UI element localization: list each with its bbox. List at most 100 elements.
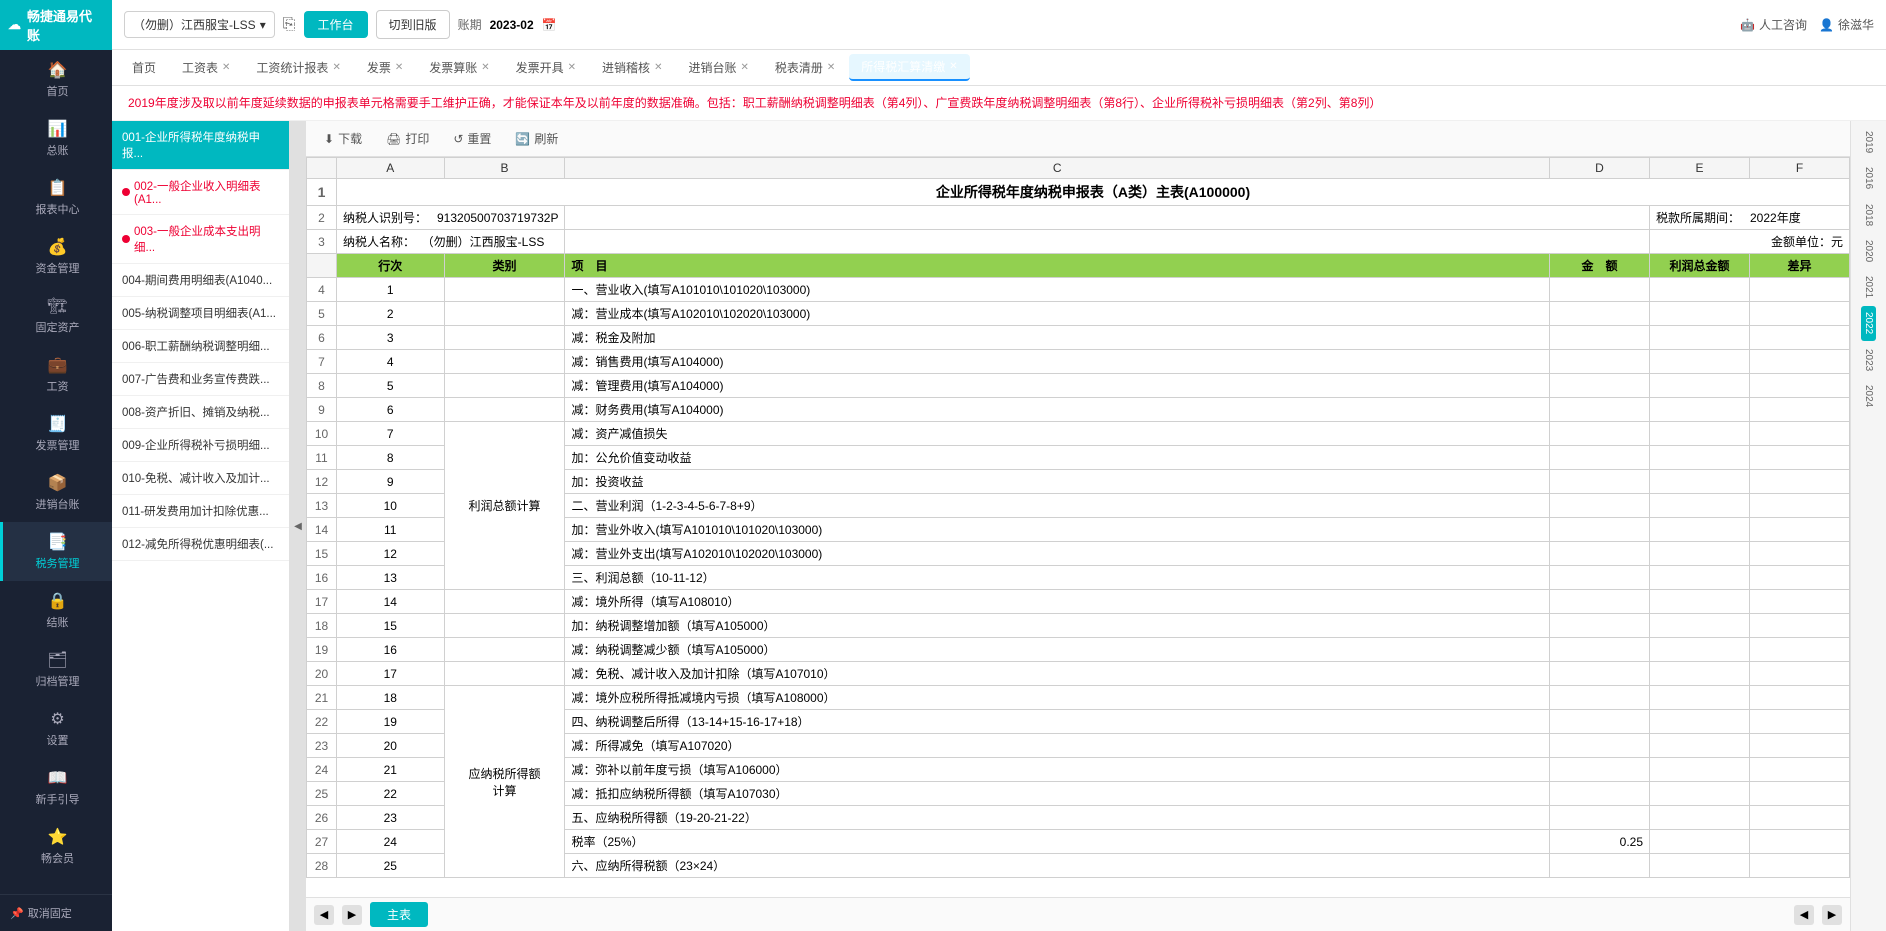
tab-close-invoice-calc[interactable]: ✕	[481, 62, 489, 73]
sidebar-item-ledger[interactable]: 📊 总账	[0, 109, 112, 168]
list-item-label: 007-广告费和业务宣传费跌...	[122, 371, 270, 387]
tab-close-tax-clear[interactable]: ✕	[827, 62, 835, 73]
tab-close-payroll-stats[interactable]: ✕	[332, 62, 340, 73]
tab-tax-clear[interactable]: 税表清册 ✕	[763, 53, 847, 82]
period-value: 2023-02	[490, 18, 534, 32]
tab-payroll-stats[interactable]: 工资统计报表 ✕	[244, 53, 352, 82]
download-button[interactable]: ⬇ 下载	[318, 127, 368, 150]
sidebar-item-sales[interactable]: 📦进销台账	[0, 463, 112, 522]
list-item-label: 012-减免所得税优惠明细表(...	[122, 536, 273, 552]
table-row: 2 纳税人识别号： 91320500703719732P 税款所属期间： 202…	[307, 206, 1850, 230]
print-icon: 🖨	[386, 132, 401, 146]
copy-icon[interactable]: ⎘	[283, 16, 296, 34]
sidebar-item-label: 发票管理	[36, 437, 80, 453]
list-item-007[interactable]: 007-广告费和业务宣传费跌...	[112, 363, 289, 396]
tax-icon: 📑	[48, 532, 68, 552]
reset-button[interactable]: ↺ 重置	[447, 127, 497, 150]
sidebar-item-home[interactable]: 🏠首页	[0, 50, 112, 109]
table-row: 9 6 减：财务费用(填写A104000)	[307, 398, 1850, 422]
timeline-year-2022[interactable]: 2022	[1861, 306, 1876, 340]
sidebar-item-assets[interactable]: 💰资金管理	[0, 227, 112, 286]
period-icon[interactable]: 📅	[542, 18, 557, 32]
list-item-004[interactable]: 004-期间费用明细表(A1040...	[112, 264, 289, 297]
spreadsheet-container[interactable]: A B C D E F 1企业所得税年度纳税申报表（A类）主表(A100000)…	[306, 157, 1850, 897]
timeline-year-2018[interactable]: 2018	[1861, 198, 1876, 232]
sidebar-item-tax[interactable]: 📑 税务管理	[0, 522, 112, 581]
alert-text: 2019年度涉及取以前年度延续数据的申报表单元格需要手工维护正确，才能保证本年及…	[128, 96, 1381, 110]
sidebar-item-payroll[interactable]: 💼工资	[0, 345, 112, 404]
tab-close-invoice-open[interactable]: ✕	[568, 62, 576, 73]
sidebar-item-guide[interactable]: 📖新手引导	[0, 758, 112, 817]
tab-invoice-open[interactable]: 发票开具 ✕	[504, 53, 588, 82]
chevron-down-icon: ▾	[260, 18, 266, 32]
tab-sales-ledger[interactable]: 进销台账 ✕	[676, 53, 760, 82]
ai-icon: 🤖	[1740, 18, 1755, 32]
list-item-010[interactable]: 010-免税、减计收入及加计...	[112, 462, 289, 495]
list-item-002[interactable]: 002-一般企业收入明细表(A1...	[112, 170, 289, 215]
user-menu[interactable]: 👤 徐滋华	[1819, 16, 1874, 33]
timeline-year-2024[interactable]: 2024	[1861, 379, 1876, 413]
list-item-008[interactable]: 008-资产折旧、摊销及纳税...	[112, 396, 289, 429]
download-icon: ⬇	[324, 132, 334, 146]
list-item-005[interactable]: 005-纳税调整项目明细表(A1...	[112, 297, 289, 330]
sidebar-item-close[interactable]: 🔒结账	[0, 581, 112, 640]
tab-sales-check[interactable]: 进销稽核 ✕	[590, 53, 674, 82]
collapse-button[interactable]: ◀	[290, 121, 306, 931]
tab-income-tax[interactable]: 所得税汇算清缴 ✕	[849, 54, 969, 81]
tab-invoice[interactable]: 发票 ✕	[355, 53, 415, 82]
tab-close-sales-ledger[interactable]: ✕	[740, 62, 748, 73]
tab-close-payroll[interactable]: ✕	[222, 62, 230, 73]
tab-payroll[interactable]: 工资表 ✕	[170, 53, 242, 82]
tab-home[interactable]: 首页	[120, 53, 168, 82]
sidebar-item-invoices[interactable]: 🧾发票管理	[0, 404, 112, 463]
refresh-button[interactable]: 🔄 刷新	[509, 127, 564, 150]
list-item-012[interactable]: 012-减免所得税优惠明细表(...	[112, 528, 289, 561]
tab-close-income-tax[interactable]: ✕	[949, 61, 957, 72]
list-item-label: 011-研发费用加计扣除优惠...	[122, 503, 269, 519]
sales-icon: 📦	[48, 473, 68, 493]
workbench-button[interactable]: 工作台	[304, 11, 368, 38]
sidebar-item-archive[interactable]: 🗂归档管理	[0, 640, 112, 699]
timeline-year-2021[interactable]: 2021	[1861, 270, 1876, 304]
ledger-icon: 📊	[48, 119, 68, 139]
sidebar-footer[interactable]: 📌 取消固定	[0, 894, 112, 931]
tab-close-sales-check[interactable]: ✕	[654, 62, 662, 73]
scroll-right-btn[interactable]: ▶	[1822, 905, 1842, 925]
list-item-label: 005-纳税调整项目明细表(A1...	[122, 305, 276, 321]
table-row: 17 14 减：境外所得（填写A108010）	[307, 590, 1850, 614]
list-item-003[interactable]: 003-一般企业成本支出明细...	[112, 215, 289, 264]
timeline-year-2020[interactable]: 2020	[1861, 234, 1876, 268]
sheet-nav-left[interactable]: ◀	[314, 905, 334, 925]
table-row: 3 纳税人名称： （勿删）江西服宝-LSS 金额单位：元	[307, 230, 1850, 254]
sheet-nav-right[interactable]: ▶	[342, 905, 362, 925]
switch-version-button[interactable]: 切到旧版	[376, 10, 450, 39]
sidebar-item-label: 资金管理	[36, 260, 80, 276]
pin-icon: 📌	[10, 907, 24, 920]
sidebar-item-reports[interactable]: 📋报表中心	[0, 168, 112, 227]
sidebar-footer-label: 取消固定	[28, 905, 72, 921]
entity-selector[interactable]: （勿删）江西服宝-LSS ▾	[124, 11, 275, 38]
sheet-tab-main[interactable]: 主表	[370, 902, 428, 927]
sidebar-item-label: 总账	[47, 142, 69, 158]
sheet-area: ⬇ 下载 🖨 打印 ↺ 重置 🔄 刷新	[306, 121, 1850, 931]
timeline-year-2019[interactable]: 2019	[1861, 125, 1876, 159]
sidebar-item-settings[interactable]: ⚙设置	[0, 699, 112, 758]
list-item-label: 008-资产折旧、摊销及纳税...	[122, 404, 270, 420]
timeline-year-2023[interactable]: 2023	[1861, 343, 1876, 377]
list-item-001[interactable]: 001-企业所得税年度纳税申报...	[112, 121, 289, 170]
entity-name: （勿删）江西服宝-LSS	[133, 16, 256, 33]
list-item-009[interactable]: 009-企业所得税补亏损明细...	[112, 429, 289, 462]
sidebar-item-label: 税务管理	[36, 555, 80, 571]
tab-label: 所得税汇算清缴	[861, 58, 945, 75]
ai-consult[interactable]: 🤖 人工咨询	[1740, 16, 1807, 33]
list-item-label: 009-企业所得税补亏损明细...	[122, 437, 270, 453]
scroll-left-btn[interactable]: ◀	[1794, 905, 1814, 925]
tab-invoice-calc[interactable]: 发票算账 ✕	[417, 53, 501, 82]
sidebar-item-member[interactable]: ⭐畅会员	[0, 817, 112, 876]
list-item-006[interactable]: 006-职工薪酬纳税调整明细...	[112, 330, 289, 363]
list-item-011[interactable]: 011-研发费用加计扣除优惠...	[112, 495, 289, 528]
sidebar-item-fixed[interactable]: 🏗固定资产	[0, 286, 112, 345]
print-button[interactable]: 🖨 打印	[380, 127, 435, 150]
tab-close-invoice[interactable]: ✕	[395, 62, 403, 73]
timeline-year-2016[interactable]: 2016	[1861, 161, 1876, 195]
